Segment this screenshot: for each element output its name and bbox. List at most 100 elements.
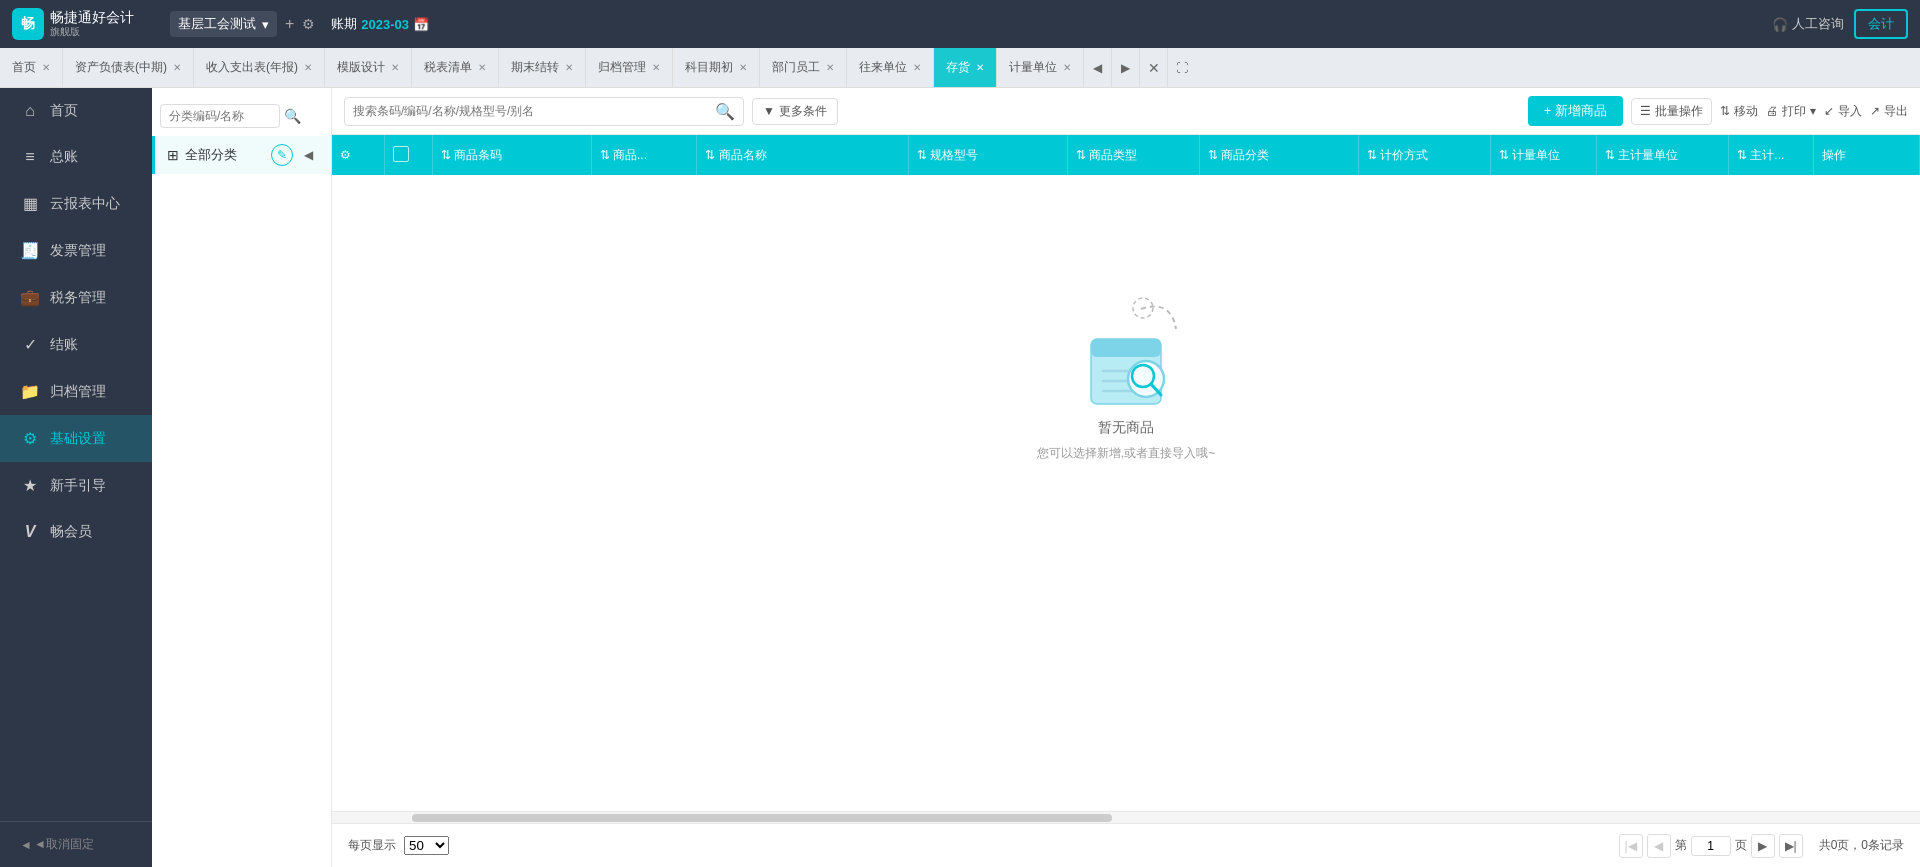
new-product-button[interactable]: + 新增商品 [1528,96,1623,126]
scrollbar-thumb[interactable] [412,814,1112,822]
unpin-button[interactable]: ◄ ◄取消固定 [0,821,152,867]
th-name[interactable]: ⇅ 商品名称 [697,135,909,175]
tab-balance-close[interactable]: ✕ [173,62,181,73]
tab-taxclear-close[interactable]: ✕ [478,62,486,73]
th-col3[interactable]: ⇅ 主计... [1729,135,1814,175]
tab-home-close[interactable]: ✕ [42,62,50,73]
tab-inventory[interactable]: 存货 ✕ [934,48,997,87]
tab-unit-close[interactable]: ✕ [1063,62,1071,73]
export-button[interactable]: ↗ 导出 [1870,103,1908,120]
tab-maximize-button[interactable]: ⛶ [1168,48,1196,87]
calendar-icon[interactable]: 📅 [413,17,429,32]
tab-close-all-button[interactable]: ✕ [1140,48,1168,87]
batch-icon: ☰ [1640,104,1651,118]
tab-income-close[interactable]: ✕ [304,62,312,73]
th-col3-label: 主计... [1750,148,1784,162]
sidebar-item-invoice[interactable]: 🧾 发票管理 [0,227,152,274]
tab-inventory-close[interactable]: ✕ [976,62,984,73]
product-search-input[interactable] [353,104,711,118]
sidebar-member-label: 畅会员 [50,523,92,541]
tab-template-label: 模版设计 [337,59,385,76]
tab-subject-close[interactable]: ✕ [739,62,747,73]
tab-home[interactable]: 首页 ✕ [0,48,63,87]
main-layout: ⌂ 首页 ≡ 总账 ▦ 云报表中心 🧾 发票管理 💼 税务管理 ✓ 结账 📁 归… [0,88,1920,867]
th-barcode[interactable]: ⇅ 商品条码 [433,135,592,175]
sidebar-item-reports[interactable]: ▦ 云报表中心 [0,180,152,227]
print-button[interactable]: 🖨 打印 ▾ [1766,103,1816,120]
th-sku[interactable]: ⇅ 商品... [591,135,697,175]
batch-action-button[interactable]: ☰ 批量操作 [1631,98,1712,125]
home-icon: ⌂ [20,102,40,120]
headset-icon: 🎧 [1772,17,1788,32]
move-button[interactable]: ⇅ 移动 [1720,103,1758,120]
tab-dept-close[interactable]: ✕ [826,62,834,73]
table-header-row: ⚙ ⇅ 商品条码 ⇅ 商品... [332,135,1920,175]
filter-icon: ▼ [763,104,775,118]
sidebar-item-tax[interactable]: 💼 税务管理 [0,274,152,321]
tab-balance[interactable]: 资产负债表(中期) ✕ [63,48,194,87]
right-panel: 🔍 ▼ 更多条件 + 新增商品 ☰ 批量操作 ⇅ 移动 [332,88,1920,867]
product-search-bar[interactable]: 🔍 [344,97,744,126]
help-button[interactable]: 🎧 人工咨询 [1772,15,1844,33]
th-check[interactable] [385,135,433,175]
tab-unit[interactable]: 计量单位 ✕ [997,48,1084,87]
tab-archive[interactable]: 归档管理 ✕ [586,48,673,87]
last-page-button[interactable]: ▶| [1779,834,1803,858]
th-type[interactable]: ⇅ 商品类型 [1067,135,1199,175]
category-search-input[interactable] [160,104,280,128]
project-name: 基层工会测试 [178,15,256,33]
tab-dept[interactable]: 部门员工 ✕ [760,48,847,87]
per-page-select[interactable]: 50 10 20 100 [404,836,449,855]
tab-income[interactable]: 收入支出表(年报) ✕ [194,48,325,87]
tab-taxclear[interactable]: 税表清单 ✕ [412,48,499,87]
sidebar-item-archive[interactable]: 📁 归档管理 [0,368,152,415]
th-category[interactable]: ⇅ 商品分类 [1200,135,1359,175]
batch-label: 批量操作 [1655,103,1703,120]
tab-archive-close[interactable]: ✕ [652,62,660,73]
sidebar-item-guide[interactable]: ★ 新手引导 [0,462,152,509]
sidebar-item-home[interactable]: ⌂ 首页 [0,88,152,134]
sidebar-item-ledger[interactable]: ≡ 总账 [0,134,152,180]
next-page-button[interactable]: ▶ [1751,834,1775,858]
tab-partner[interactable]: 往来单位 ✕ [847,48,934,87]
category-edit-button[interactable]: ✎ [271,144,293,166]
add-tab-icon[interactable]: + [285,15,294,33]
th-unit[interactable]: ⇅ 计量单位 [1490,135,1596,175]
tab-template-close[interactable]: ✕ [391,62,399,73]
filter-button[interactable]: ▼ 更多条件 [752,98,838,125]
page-input[interactable] [1691,836,1731,856]
product-search-icon[interactable]: 🔍 [715,102,735,121]
category-collapse-button[interactable]: ◀ [297,144,319,166]
select-all-checkbox[interactable] [393,146,409,162]
th-price-method[interactable]: ⇅ 计价方式 [1358,135,1490,175]
prev-page-button[interactable]: ◀ [1647,834,1671,858]
sidebar-item-basic[interactable]: ⚙ 基础设置 [0,415,152,462]
account-button[interactable]: 会计 [1854,9,1908,39]
first-page-button[interactable]: |◀ [1619,834,1643,858]
th-spec[interactable]: ⇅ 规格型号 [909,135,1068,175]
settings-icon[interactable]: ⚙ [302,16,315,32]
sidebar-item-member[interactable]: V 畅会员 [0,509,152,555]
sidebar-item-settle[interactable]: ✓ 结账 [0,321,152,368]
tab-period[interactable]: 期末结转 ✕ [499,48,586,87]
project-selector[interactable]: 基层工会测试 ▾ [170,11,277,37]
tab-prev-button[interactable]: ◀ [1084,48,1112,87]
sidebar-invoice-label: 发票管理 [50,242,106,260]
tab-period-close[interactable]: ✕ [565,62,573,73]
sidebar-reports-label: 云报表中心 [50,195,120,213]
tab-subject[interactable]: 科目期初 ✕ [673,48,760,87]
import-button[interactable]: ↙ 导入 [1824,103,1862,120]
tab-template[interactable]: 模版设计 ✕ [325,48,412,87]
category-all-item[interactable]: ⊞ 全部分类 ✎ ◀ [152,136,331,174]
unpin-label: ◄取消固定 [34,836,94,853]
th-gear[interactable]: ⚙ [332,135,385,175]
th-main-unit[interactable]: ⇅ 主计量单位 [1596,135,1728,175]
tab-partner-close[interactable]: ✕ [913,62,921,73]
horizontal-scrollbar[interactable] [332,811,1920,823]
th-sku-label: 商品... [613,148,647,162]
tab-next-button[interactable]: ▶ [1112,48,1140,87]
category-search-area: 🔍 [152,96,331,136]
category-search-icon[interactable]: 🔍 [284,108,301,124]
sidebar-guide-label: 新手引导 [50,477,106,495]
th-spec-label: 规格型号 [930,148,978,162]
